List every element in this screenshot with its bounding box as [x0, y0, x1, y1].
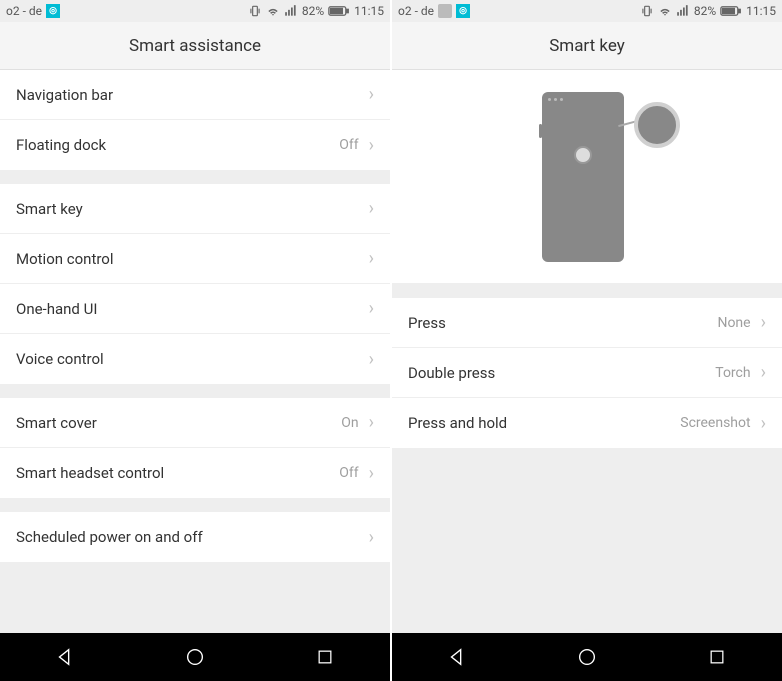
- row-label: Smart headset control: [16, 464, 339, 482]
- row-label: Smart cover: [16, 414, 341, 432]
- chevron-right-icon: ›: [369, 298, 374, 319]
- vibrate-icon: [640, 4, 654, 18]
- row-voice-control[interactable]: Voice control ›: [0, 334, 390, 384]
- wifi-icon: [266, 4, 280, 18]
- android-nav-bar: [0, 633, 390, 681]
- battery-icon: [328, 5, 350, 17]
- row-floating-dock[interactable]: Floating dock Off ›: [0, 120, 390, 170]
- wifi-icon: [658, 4, 672, 18]
- screenshot-icon: [438, 4, 452, 18]
- page-title: Smart key: [392, 22, 782, 70]
- app-icon: ◎: [46, 4, 60, 18]
- row-motion-control[interactable]: Motion control ›: [0, 234, 390, 284]
- row-label: Floating dock: [16, 136, 339, 154]
- row-value: Torch: [715, 365, 750, 381]
- row-label: Press: [408, 314, 717, 332]
- phone-right: o2 - de ◎ 82% 11:15 Smart key: [392, 0, 782, 681]
- row-label: One-hand UI: [16, 300, 369, 318]
- battery-pct: 82%: [694, 4, 716, 18]
- chevron-right-icon: ›: [369, 135, 374, 156]
- page-title: Smart assistance: [0, 22, 390, 70]
- nav-back-button[interactable]: [35, 637, 95, 677]
- row-scheduled-power[interactable]: Scheduled power on and off ›: [0, 512, 390, 562]
- nav-home-button[interactable]: [557, 637, 617, 677]
- chevron-right-icon: ›: [761, 312, 766, 333]
- chevron-right-icon: ›: [369, 349, 374, 370]
- row-value: Off: [339, 465, 358, 481]
- row-smart-key[interactable]: Smart key ›: [0, 184, 390, 234]
- nav-home-button[interactable]: [165, 637, 225, 677]
- row-value: Screenshot: [680, 415, 750, 431]
- row-label: Press and hold: [408, 414, 680, 432]
- chevron-right-icon: ›: [369, 84, 374, 105]
- battery-icon: [720, 5, 742, 17]
- chevron-right-icon: ›: [761, 362, 766, 383]
- smart-key-button-icon: [634, 102, 680, 148]
- vibrate-icon: [248, 4, 262, 18]
- row-value: On: [341, 415, 358, 431]
- signal-icon: [676, 4, 690, 18]
- android-nav-bar: [392, 633, 782, 681]
- nav-recent-button[interactable]: [295, 637, 355, 677]
- row-label: Scheduled power on and off: [16, 528, 369, 546]
- fingerprint-icon: [574, 146, 592, 164]
- nav-back-button[interactable]: [427, 637, 487, 677]
- status-bar: o2 - de ◎ 82% 11:15: [0, 0, 390, 22]
- row-label: Motion control: [16, 250, 369, 268]
- row-press[interactable]: Press None ›: [392, 298, 782, 348]
- chevron-right-icon: ›: [369, 463, 374, 484]
- row-one-hand-ui[interactable]: One-hand UI ›: [0, 284, 390, 334]
- chevron-right-icon: ›: [369, 527, 374, 548]
- chevron-right-icon: ›: [369, 248, 374, 269]
- nav-recent-button[interactable]: [687, 637, 747, 677]
- row-double-press[interactable]: Double press Torch ›: [392, 348, 782, 398]
- row-label: Voice control: [16, 350, 369, 368]
- carrier-text: o2 - de: [398, 4, 434, 18]
- row-label: Smart key: [16, 200, 369, 218]
- phone-graphic-body: [542, 92, 624, 262]
- status-bar: o2 - de ◎ 82% 11:15: [392, 0, 782, 22]
- carrier-text: o2 - de: [6, 4, 42, 18]
- phone-left: o2 - de ◎ 82% 11:15 Smart assistance: [0, 0, 390, 681]
- smart-key-illustration: [392, 70, 782, 284]
- row-navigation-bar[interactable]: Navigation bar ›: [0, 70, 390, 120]
- row-label: Navigation bar: [16, 86, 369, 104]
- clock-text: 11:15: [746, 4, 776, 18]
- settings-list: Navigation bar › Floating dock Off › Sma…: [0, 70, 390, 633]
- smart-key-content: Press None › Double press Torch › Press …: [392, 70, 782, 633]
- signal-icon: [284, 4, 298, 18]
- row-smart-headset-control[interactable]: Smart headset control Off ›: [0, 448, 390, 498]
- row-smart-cover[interactable]: Smart cover On ›: [0, 398, 390, 448]
- row-press-and-hold[interactable]: Press and hold Screenshot ›: [392, 398, 782, 448]
- chevron-right-icon: ›: [761, 413, 766, 434]
- row-value: Off: [339, 137, 358, 153]
- chevron-right-icon: ›: [369, 412, 374, 433]
- clock-text: 11:15: [354, 4, 384, 18]
- row-label: Double press: [408, 364, 715, 382]
- battery-pct: 82%: [302, 4, 324, 18]
- row-value: None: [717, 315, 750, 331]
- app-icon: ◎: [456, 4, 470, 18]
- chevron-right-icon: ›: [369, 198, 374, 219]
